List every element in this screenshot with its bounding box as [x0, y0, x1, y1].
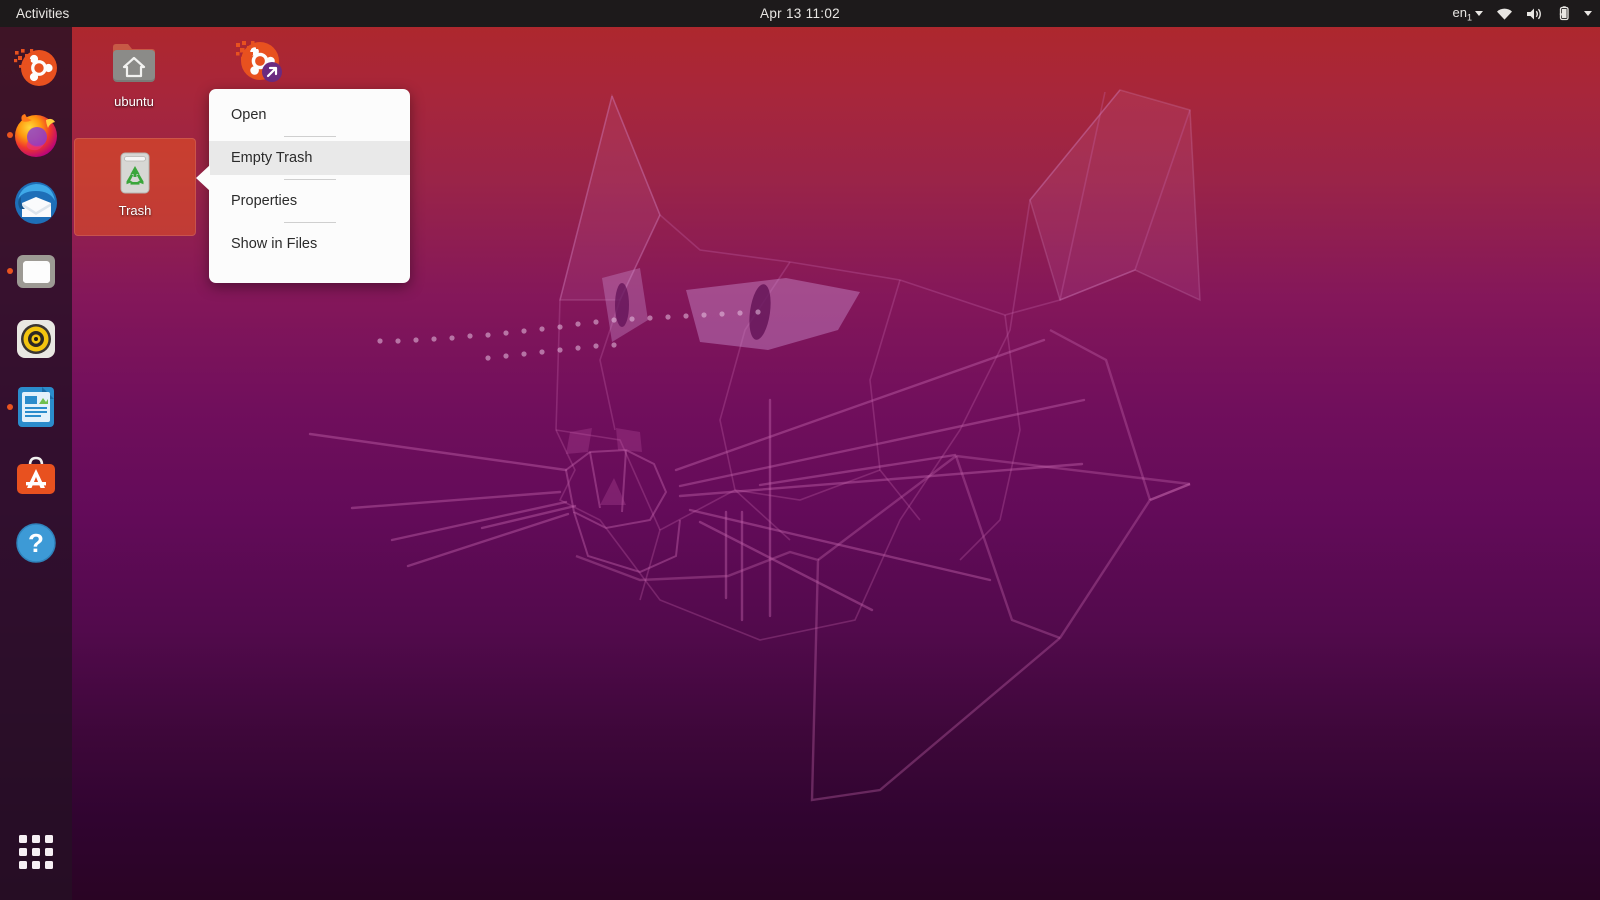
trash-context-menu[interactable]: Open Empty Trash Properties Show in File… [209, 89, 410, 283]
menu-separator [209, 132, 410, 141]
svg-text:?: ? [28, 528, 44, 558]
dock-item-firefox[interactable] [6, 105, 66, 165]
context-menu-item-properties[interactable]: Properties [209, 184, 410, 218]
menu-separator [209, 218, 410, 227]
battery-indicator[interactable] [1554, 0, 1573, 27]
wifi-icon [1496, 7, 1513, 21]
dock-item-libreoffice-writer[interactable] [6, 377, 66, 437]
activities-button[interactable]: Activities [6, 0, 79, 27]
desktop-icon-label: ubuntu [114, 94, 154, 109]
menu-separator [209, 175, 410, 184]
desktop-icon-home-folder[interactable]: ubuntu [74, 30, 194, 126]
volume-icon [1526, 7, 1543, 21]
clock-datetime[interactable]: Apr 13 11:02 [760, 6, 840, 21]
clock-area: Apr 13 11:02 [0, 0, 1600, 27]
input-method-indicator[interactable]: en1 [1451, 0, 1485, 27]
show-applications-button[interactable] [6, 822, 66, 882]
trash-recycle-icon [110, 147, 160, 197]
dock-item-ubuntu-installer[interactable] [6, 37, 66, 97]
running-indicator-dot [7, 132, 13, 138]
libreoffice-writer-icon [12, 383, 60, 431]
desktop-icon-label: Trash [119, 203, 152, 218]
dock-item-ubuntu-software[interactable] [6, 445, 66, 505]
top-bar: Activities Apr 13 11:02 en1 [0, 0, 1600, 27]
volume-indicator[interactable] [1524, 0, 1545, 27]
battery-charging-icon [1556, 6, 1571, 21]
firefox-icon [12, 111, 60, 159]
ubuntu-install-icon [234, 38, 284, 88]
desktop-icon-trash[interactable]: Trash [74, 138, 196, 236]
system-menu-button[interactable] [1582, 0, 1594, 27]
app-grid-icon [19, 835, 53, 869]
home-folder-icon [109, 38, 159, 88]
context-menu-item-open[interactable]: Open [209, 98, 410, 132]
help-question-icon: ? [12, 519, 60, 567]
thunderbird-icon [12, 179, 60, 227]
running-indicator-dot [7, 404, 13, 410]
ime-variant: 1 [1467, 12, 1472, 22]
rhythmbox-speaker-icon [12, 315, 60, 363]
ubuntu-software-bag-icon [12, 451, 60, 499]
context-menu-item-show-in-files[interactable]: Show in Files [209, 227, 410, 261]
context-menu-pointer [196, 165, 210, 191]
dock-item-rhythmbox[interactable] [6, 309, 66, 369]
dock-item-help[interactable]: ? [6, 513, 66, 573]
running-indicator-dot [7, 268, 13, 274]
chevron-down-icon [1475, 11, 1483, 16]
ime-language: en [1453, 5, 1467, 20]
dock-item-thunderbird[interactable] [6, 173, 66, 233]
dock[interactable]: ? [0, 27, 72, 900]
system-tray: en1 [1451, 0, 1594, 27]
context-menu-item-empty-trash[interactable]: Empty Trash [209, 141, 410, 175]
dock-item-files[interactable] [6, 241, 66, 301]
chevron-down-icon [1584, 11, 1592, 16]
files-folder-icon [12, 247, 60, 295]
ime-label: en1 [1453, 5, 1472, 23]
ubuntu-logo-icon [12, 43, 60, 91]
activities-label: Activities [16, 6, 69, 21]
dock-app-list: ? [6, 33, 66, 577]
wifi-indicator[interactable] [1494, 0, 1515, 27]
